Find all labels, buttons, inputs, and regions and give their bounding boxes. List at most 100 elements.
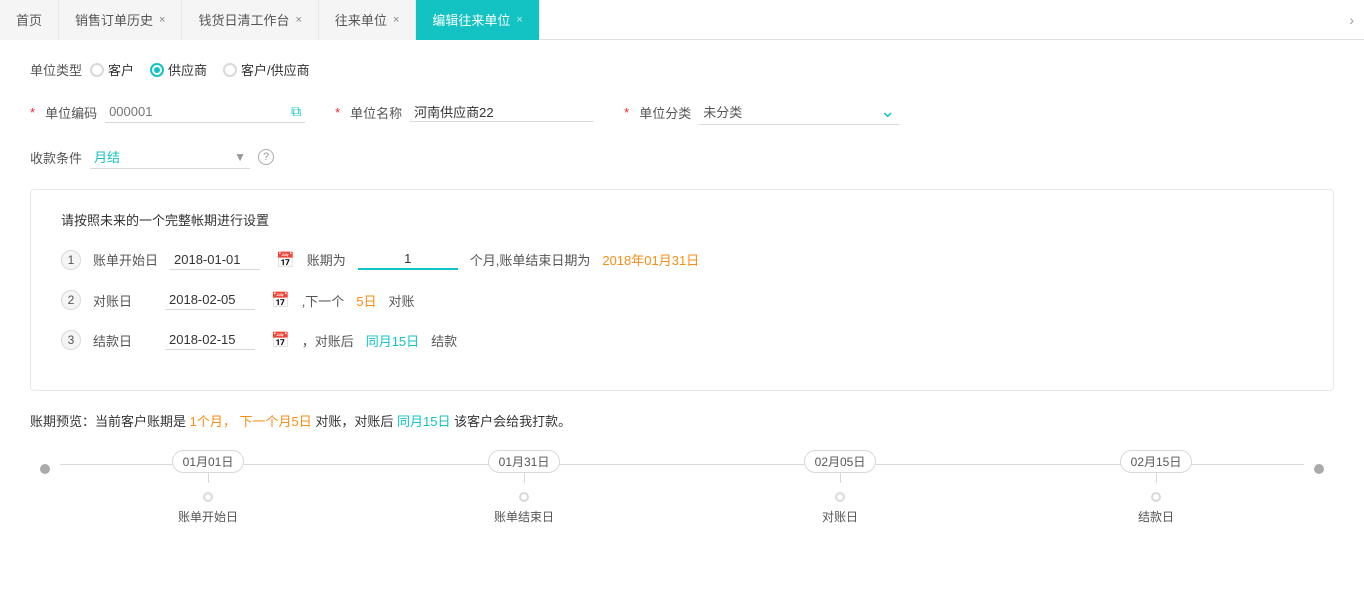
payment-condition-group: 收款条件 月结 ▼ ? (30, 145, 274, 169)
radio-group: 客户 供应商 客户/供应商 (90, 60, 310, 79)
tab-partners-label: 往来单位 (335, 10, 387, 29)
tab-sales-history-label: 销售订单历史 (75, 10, 153, 29)
tab-cash-workbench-label: 钱货日清工作台 (198, 10, 289, 29)
tab-edit-partner-close[interactable]: × (516, 14, 522, 26)
unit-type-row: 单位类型 客户 供应商 客户/供应商 (30, 60, 1334, 79)
reconcile-suffix: 对账 (389, 291, 415, 310)
month-unit-text: 个月,账单结束日期为 (470, 250, 591, 269)
timeline-dot-4 (1151, 492, 1161, 502)
tab-sales-history-close[interactable]: × (159, 14, 165, 26)
bill-start-date[interactable] (170, 250, 260, 270)
unit-category-arrow-icon: ⌄ (880, 101, 895, 122)
setting-num-2: 2 (61, 290, 81, 310)
radio-customer-circle (90, 63, 104, 77)
tab-partners-close[interactable]: × (393, 14, 399, 26)
timeline-point-3: 02月05日 对账日 (804, 450, 877, 525)
unit-code-group: * 单位编码 ⧉ (30, 101, 305, 123)
timeline-point-4: 02月15日 结款日 (1120, 450, 1193, 525)
unit-name-group: * 单位名称 (335, 102, 594, 122)
timeline-point-1: 01月01日 账单开始日 (172, 450, 245, 525)
reconcile-cal-icon[interactable]: 📅 (271, 291, 290, 309)
unit-category-select[interactable]: 未分类 ⌄ (699, 99, 899, 125)
tabs-bar: 首页 销售订单历史 × 钱货日清工作台 × 往来单位 × 编辑往来单位 × › (0, 0, 1364, 40)
timeline-label-4: 结款日 (1138, 508, 1174, 525)
billing-period-label: 账期为 (307, 250, 346, 269)
timeline-end-dot (1314, 464, 1324, 474)
radio-supplier[interactable]: 供应商 (150, 60, 207, 79)
payment-condition-select[interactable]: 月结 ▼ (90, 145, 250, 169)
setting-row-3: 3 结款日 📅 ，对账后 同月15日 结款 (61, 330, 1303, 350)
setting-row-2: 2 对账日 📅 ,下一个 5日 对账 (61, 290, 1303, 310)
months-input[interactable] (358, 249, 458, 270)
unit-info-row: * 单位编码 ⧉ * 单位名称 * 单位分类 未分类 ⌄ (30, 99, 1334, 125)
unit-type-label: 单位类型 (30, 60, 82, 79)
preview-reconcile: 下一个月5日 (240, 414, 312, 429)
setting-num-1: 1 (61, 250, 81, 270)
unit-type-group: 单位类型 客户 供应商 客户/供应商 (30, 60, 310, 79)
radio-customer-label: 客户 (108, 60, 134, 79)
payment-prefix: ，对账后 (302, 331, 354, 350)
payment-condition-label: 收款条件 (30, 148, 82, 167)
tab-cash-workbench[interactable]: 钱货日清工作台 × (182, 0, 318, 40)
timeline-label-1: 账单开始日 (178, 508, 238, 525)
unit-category-group: * 单位分类 未分类 ⌄ (624, 99, 899, 125)
timeline-point-2: 01月31日 账单结束日 (488, 450, 561, 525)
preview-suffix: 该客户会给我打款。 (454, 414, 571, 429)
tab-sales-history[interactable]: 销售订单历史 × (59, 0, 182, 40)
copy-icon[interactable]: ⧉ (291, 103, 301, 120)
tab-partners[interactable]: 往来单位 × (319, 0, 416, 40)
preview-prefix: 账期预览：当前客户账期是 (30, 414, 186, 429)
timeline-dot-1 (203, 492, 213, 502)
timeline-badge-2: 01月31日 (488, 450, 561, 473)
payment-condition-row: 收款条件 月结 ▼ ? (30, 145, 1334, 169)
timeline: 01月01日 账单开始日 01月31日 账单结束日 02月05日 对账日 (30, 450, 1334, 525)
payment-date-cal-icon[interactable]: 📅 (271, 331, 290, 349)
reconcile-prefix: ,下一个 (302, 291, 345, 310)
tabs-arrow[interactable]: › (1339, 12, 1364, 28)
timeline-stem-3 (840, 473, 841, 483)
preview-text: 账期预览：当前客户账期是 1个月， 下一个月5日 对账，对账后 同月15日 该客… (30, 411, 1334, 430)
payment-condition-arrow-icon: ▼ (234, 150, 246, 164)
unit-code-star: * (30, 105, 35, 120)
settings-panel: 请按照未来的一个完整帐期进行设置 1 账单开始日 📅 账期为 个月,账单结束日期… (30, 189, 1334, 391)
timeline-stem-1 (208, 473, 209, 483)
radio-customer[interactable]: 客户 (90, 60, 134, 79)
setting-row-1: 1 账单开始日 📅 账期为 个月,账单结束日期为 2018年01月31日 (61, 249, 1303, 270)
radio-both-circle (223, 63, 237, 77)
unit-code-input[interactable] (109, 104, 285, 119)
payment-condition-value: 月结 (94, 147, 228, 166)
bill-start-cal-icon[interactable]: 📅 (276, 251, 295, 269)
setting-num-3: 3 (61, 330, 81, 350)
timeline-badge-4: 02月15日 (1120, 450, 1193, 473)
panel-title: 请按照未来的一个完整帐期进行设置 (61, 210, 1303, 229)
timeline-dot-3 (835, 492, 845, 502)
tab-home-label: 首页 (16, 10, 42, 29)
bill-start-label: 账单开始日 (93, 250, 158, 269)
tab-cash-workbench-close[interactable]: × (295, 14, 301, 26)
timeline-badge-1: 01月01日 (172, 450, 245, 473)
preview-months: 1个月， (190, 414, 236, 429)
unit-name-star: * (335, 105, 340, 120)
radio-both[interactable]: 客户/供应商 (223, 60, 310, 79)
unit-category-label: 单位分类 (639, 103, 691, 122)
payment-date[interactable] (165, 330, 255, 350)
unit-category-star: * (624, 105, 629, 120)
timeline-dot-2 (519, 492, 529, 502)
timeline-badge-3: 02月05日 (804, 450, 877, 473)
tab-edit-partner-label: 编辑往来单位 (432, 10, 510, 29)
unit-code-input-wrapper: ⧉ (105, 101, 305, 123)
unit-category-value: 未分类 (703, 102, 880, 121)
reconcile-date[interactable] (165, 290, 255, 310)
timeline-stem-2 (524, 473, 525, 483)
timeline-stem-4 (1156, 473, 1157, 483)
preview-middle: 对账，对账后 (315, 414, 393, 429)
tab-edit-partner[interactable]: 编辑往来单位 × (416, 0, 539, 40)
timeline-label-3: 对账日 (822, 508, 858, 525)
timeline-start-dot (40, 464, 50, 474)
tab-home[interactable]: 首页 (0, 0, 59, 40)
payment-condition-help-icon[interactable]: ? (258, 149, 274, 165)
unit-name-label: 单位名称 (350, 103, 402, 122)
payment-day-highlight: 同月15日 (366, 331, 419, 350)
reconcile-label: 对账日 (93, 291, 153, 310)
unit-name-input[interactable] (410, 102, 594, 122)
